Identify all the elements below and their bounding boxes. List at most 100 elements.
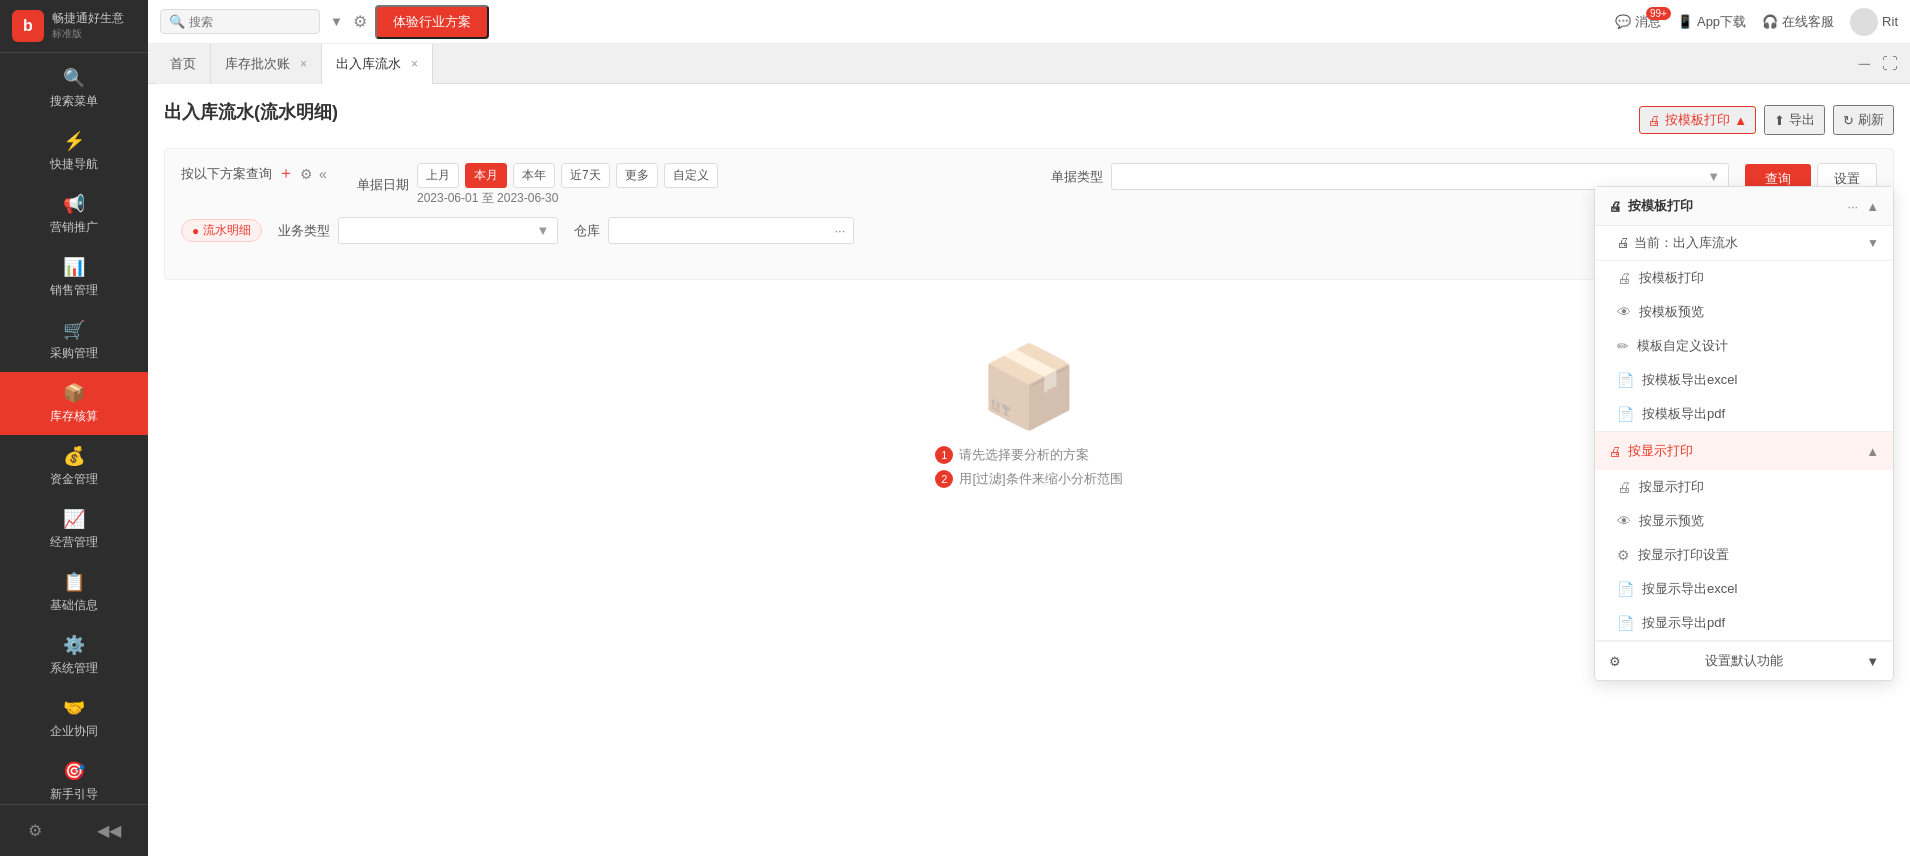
date-btn-this-year[interactable]: 本年 bbox=[513, 163, 555, 188]
biz-type-select[interactable]: ▼ bbox=[338, 217, 558, 244]
sidebar-item-cooperation[interactable]: 🤝 企业协同 bbox=[0, 687, 148, 750]
sidebar-item-sales[interactable]: 📊 销售管理 bbox=[0, 246, 148, 309]
tab-home[interactable]: 首页 bbox=[156, 44, 211, 84]
dropdown-current-item[interactable]: 🖨 当前：出入库流水 ▼ bbox=[1595, 226, 1893, 260]
tab-minimize-icon[interactable]: ─ bbox=[1855, 51, 1874, 77]
print-button[interactable]: 🖨 按模板打印 ▲ bbox=[1639, 106, 1756, 134]
dp-item-display-pdf[interactable]: 📄 按显示导出pdf bbox=[1595, 606, 1893, 640]
tab-bar: 首页 库存批次账 × 出入库流水 × ─ ⛶ bbox=[148, 44, 1910, 84]
dropdown-arrow-up-icon[interactable]: ▲ bbox=[1866, 199, 1879, 214]
display-section-arrow-icon: ▲ bbox=[1866, 444, 1879, 459]
step-num-2: 2 bbox=[935, 470, 953, 488]
sidebar-item-label: 营销推广 bbox=[50, 219, 98, 236]
finance-icon: 💰 bbox=[63, 445, 85, 467]
dp-item-display-settings[interactable]: ⚙ 按显示打印设置 bbox=[1595, 538, 1893, 572]
warehouse-more-icon[interactable]: ··· bbox=[834, 223, 845, 238]
sidebar-item-label: 销售管理 bbox=[50, 282, 98, 299]
export-button[interactable]: ⬆ 导出 bbox=[1764, 105, 1825, 135]
date-field: 单据日期 上月 本月 本年 近7天 更多 自定义 2023-06-01 至 20… bbox=[357, 163, 1035, 207]
dp-display-printer-icon: 🖨 bbox=[1617, 479, 1631, 495]
refresh-label: 刷新 bbox=[1858, 111, 1884, 129]
date-range-text: 2023-06-01 至 2023-06-30 bbox=[417, 190, 718, 207]
online-service-item[interactable]: 🎧 在线客服 bbox=[1762, 13, 1834, 31]
header-right: 💬 消息 99+ 📱 App下载 🎧 在线客服 Rit bbox=[1615, 8, 1898, 36]
tab-home-label: 首页 bbox=[170, 55, 196, 73]
dp-display-excel-icon: 📄 bbox=[1617, 581, 1634, 597]
sidebar-item-finance[interactable]: 💰 资金管理 bbox=[0, 435, 148, 498]
system-icon: ⚙️ bbox=[63, 634, 85, 656]
search-input[interactable] bbox=[189, 15, 309, 29]
tab-batch-close[interactable]: × bbox=[300, 57, 307, 71]
sidebar-item-marketing[interactable]: 📢 营销推广 bbox=[0, 183, 148, 246]
dp-display-preview-icon: 👁 bbox=[1617, 513, 1631, 529]
date-btn-this-month[interactable]: 本月 bbox=[465, 163, 507, 188]
user-avatar-item[interactable]: Rit bbox=[1850, 8, 1898, 36]
dp-item-template-pdf-label: 按模板导出pdf bbox=[1642, 405, 1725, 423]
filter-tag-text: 流水明细 bbox=[203, 222, 251, 239]
cooperation-icon: 🤝 bbox=[63, 697, 85, 719]
sidebar-logo: b 畅捷通好生意 标准版 bbox=[0, 0, 148, 53]
message-item[interactable]: 💬 消息 99+ bbox=[1615, 13, 1661, 31]
dropdown-title-text: 按模板打印 bbox=[1628, 197, 1693, 215]
dp-item-display-print[interactable]: 🖨 按显示打印 bbox=[1595, 470, 1893, 504]
add-query-icon[interactable]: ＋ bbox=[278, 163, 294, 184]
date-btn-7days[interactable]: 近7天 bbox=[561, 163, 610, 188]
dp-item-template-print[interactable]: 🖨 按模板打印 bbox=[1595, 261, 1893, 295]
dp-item-template-design-label: 模板自定义设计 bbox=[1637, 337, 1728, 355]
sidebar-item-operations[interactable]: 📈 经营管理 bbox=[0, 498, 148, 561]
tab-flow-close[interactable]: × bbox=[411, 57, 418, 71]
display-print-title-text: 按显示打印 bbox=[1628, 442, 1693, 460]
tab-maximize-icon[interactable]: ⛶ bbox=[1878, 51, 1902, 77]
sidebar-item-purchase[interactable]: 🛒 采购管理 bbox=[0, 309, 148, 372]
display-print-header[interactable]: 🖨 按显示打印 ▲ bbox=[1595, 432, 1893, 470]
sidebar-item-search[interactable]: 🔍 搜索菜单 bbox=[0, 57, 148, 120]
dp-item-template-preview[interactable]: 👁 按模板预览 bbox=[1595, 295, 1893, 329]
tab-batch-label: 库存批次账 bbox=[225, 55, 290, 73]
date-row: 上月 本月 本年 近7天 更多 自定义 bbox=[417, 163, 718, 188]
refresh-icon: ↻ bbox=[1843, 113, 1854, 128]
sidebar-item-shortcuts[interactable]: ⚡ 快捷导航 bbox=[0, 120, 148, 183]
sidebar-item-label: 新手引导 bbox=[50, 786, 98, 803]
basic-icon: 📋 bbox=[63, 571, 85, 593]
sidebar-item-system[interactable]: ⚙️ 系统管理 bbox=[0, 624, 148, 687]
sidebar-item-basic[interactable]: 📋 基础信息 bbox=[0, 561, 148, 624]
current-text: 当前：出入库流水 bbox=[1634, 235, 1738, 250]
dropdown-more-icon[interactable]: ··· bbox=[1847, 199, 1858, 214]
query-collapse-icon[interactable]: « bbox=[319, 166, 327, 182]
message-badge: 99+ bbox=[1646, 7, 1671, 20]
page-title: 出入库流水(流水明细) bbox=[164, 100, 338, 124]
tab-flow[interactable]: 出入库流水 × bbox=[322, 44, 433, 84]
purchase-icon: 🛒 bbox=[63, 319, 85, 341]
header-dropdown-icon[interactable]: ▼ bbox=[328, 12, 345, 31]
dp-item-display-preview[interactable]: 👁 按显示预览 bbox=[1595, 504, 1893, 538]
query-label: 按以下方案查询 bbox=[181, 165, 272, 183]
shortcuts-icon: ⚡ bbox=[63, 130, 85, 152]
dp-item-display-excel[interactable]: 📄 按显示导出excel bbox=[1595, 572, 1893, 606]
date-btn-custom[interactable]: 自定义 bbox=[664, 163, 718, 188]
refresh-button[interactable]: ↻ 刷新 bbox=[1833, 105, 1894, 135]
dp-item-template-design[interactable]: ✏ 模板自定义设计 bbox=[1595, 329, 1893, 363]
sidebar-item-inventory[interactable]: 📦 库存核算 bbox=[0, 372, 148, 435]
dp-item-template-pdf[interactable]: 📄 按模板导出pdf bbox=[1595, 397, 1893, 431]
collapse-sidebar-icon[interactable]: ◀◀ bbox=[91, 815, 127, 846]
header-search-box[interactable]: 🔍 bbox=[160, 9, 320, 34]
settings-bottom-icon[interactable]: ⚙ bbox=[22, 815, 48, 846]
header-gear-icon[interactable]: ⚙ bbox=[353, 12, 367, 31]
date-btn-more[interactable]: 更多 bbox=[616, 163, 658, 188]
sidebar-item-label: 快捷导航 bbox=[50, 156, 98, 173]
dropdown-footer[interactable]: ⚙ 设置默认功能 ▼ bbox=[1595, 641, 1893, 680]
sidebar-item-guide[interactable]: 🎯 新手引导 bbox=[0, 750, 148, 804]
warehouse-select[interactable]: ··· bbox=[608, 217, 854, 244]
step-1-text: 请先选择要分析的方案 bbox=[959, 446, 1089, 464]
printer-dp-icon: 🖨 bbox=[1609, 199, 1622, 214]
tab-flow-label: 出入库流水 bbox=[336, 55, 401, 73]
app-logo-icon: b bbox=[12, 10, 44, 42]
tab-batch[interactable]: 库存批次账 × bbox=[211, 44, 322, 84]
trial-button[interactable]: 体验行业方案 bbox=[375, 5, 489, 39]
app-download-item[interactable]: 📱 App下载 bbox=[1677, 13, 1746, 31]
marketing-icon: 📢 bbox=[63, 193, 85, 215]
dp-item-template-excel[interactable]: 📄 按模板导出excel bbox=[1595, 363, 1893, 397]
query-gear-icon[interactable]: ⚙ bbox=[300, 166, 313, 182]
date-btn-last-month[interactable]: 上月 bbox=[417, 163, 459, 188]
biz-type-label: 业务类型 bbox=[278, 222, 330, 240]
